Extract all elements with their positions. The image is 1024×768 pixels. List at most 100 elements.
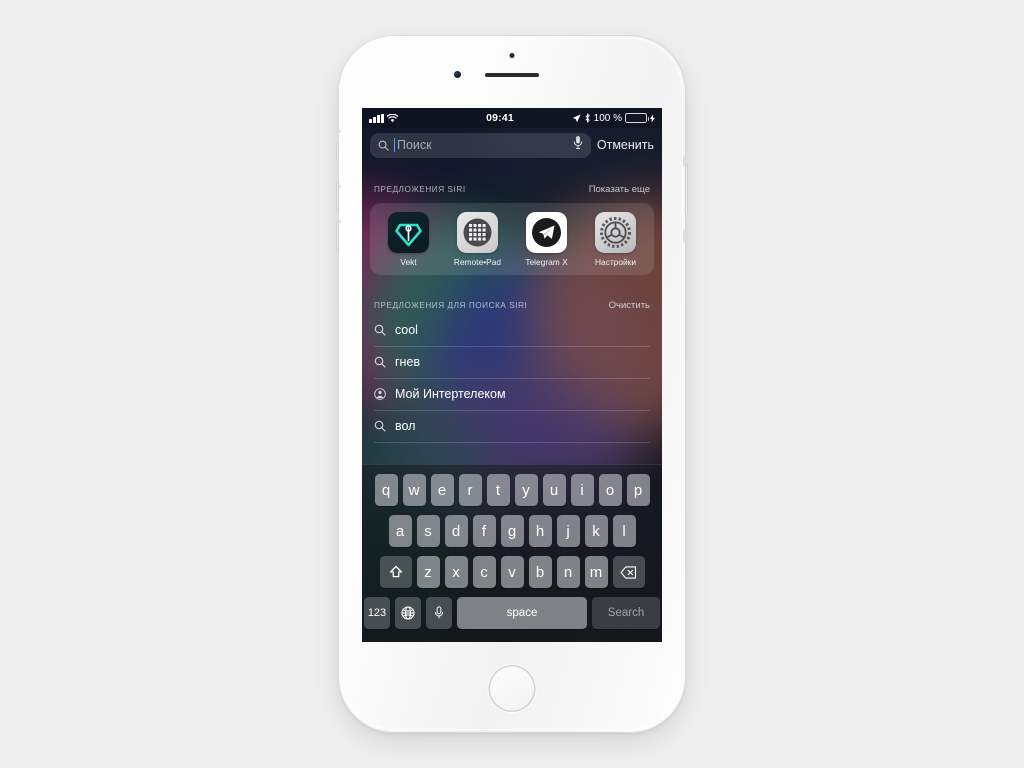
battery-percent-label: 100 % <box>593 112 622 124</box>
proximity-sensor <box>454 71 461 78</box>
key-s[interactable]: s <box>416 515 440 547</box>
key-p[interactable]: p <box>626 474 650 506</box>
search-icon <box>378 140 389 151</box>
key-f[interactable]: f <box>472 515 496 547</box>
remote-pad-app-icon <box>457 211 498 253</box>
microphone-icon[interactable] <box>573 135 583 155</box>
bluetooth-icon <box>585 113 590 123</box>
show-more-button[interactable]: Показать еще <box>589 184 650 195</box>
search-icon <box>374 356 386 368</box>
key-e[interactable]: e <box>430 474 454 506</box>
space-key[interactable]: space <box>457 597 587 629</box>
key-i[interactable]: i <box>570 474 594 506</box>
silent-switch[interactable] <box>336 143 339 160</box>
clear-button[interactable]: Очистить <box>609 300 650 311</box>
key-a[interactable]: a <box>388 515 412 547</box>
siri-apps-header-row: ПРЕДЛОЖЕНИЯ SIRI Показать еще <box>362 180 662 198</box>
key-d[interactable]: d <box>444 515 468 547</box>
shift-up-arrow-icon <box>389 565 402 578</box>
key-j[interactable]: j <box>556 515 580 547</box>
keyboard-row-3: zxcvbnm <box>362 547 662 588</box>
telegram-x-app-icon <box>526 211 567 253</box>
search-return-key[interactable]: Search <box>592 597 660 629</box>
app-label: Telegram X <box>525 256 568 267</box>
key-t[interactable]: t <box>486 474 510 506</box>
key-m[interactable]: m <box>584 556 608 588</box>
lightning-bolt-icon <box>650 113 655 123</box>
contact-icon <box>374 388 386 400</box>
battery-full-icon <box>625 113 649 123</box>
key-n[interactable]: n <box>556 556 580 588</box>
key-r[interactable]: r <box>458 474 482 506</box>
keyboard-row-1: qwertyuiop <box>362 465 662 506</box>
antenna-band <box>683 230 687 242</box>
text-caret <box>394 138 395 152</box>
wifi-icon <box>386 113 398 122</box>
key-u[interactable]: u <box>542 474 566 506</box>
search-icon <box>374 324 386 336</box>
on-screen-keyboard: qwertyuiop asdfghjkl zxcvbnm 123 space S… <box>362 464 662 642</box>
cellular-signal-icon <box>369 113 384 123</box>
cancel-button[interactable]: Отменить <box>597 138 654 152</box>
key-v[interactable]: v <box>500 556 524 588</box>
app-label: Remote•Pad <box>453 256 502 267</box>
list-item[interactable]: Мой Интертелеком <box>362 378 662 410</box>
key-o[interactable]: o <box>598 474 622 506</box>
key-b[interactable]: b <box>528 556 552 588</box>
home-button[interactable] <box>488 665 536 712</box>
iphone-device-frame: 09:41 100 % Поиск Отменить ПРЕДЛОЖЕНИЯ S… <box>336 35 688 733</box>
settings-app-icon <box>595 211 636 253</box>
key-h[interactable]: h <box>528 515 552 547</box>
keyboard-row-2: asdfghjkl <box>362 506 662 547</box>
key-y[interactable]: y <box>514 474 538 506</box>
search-bar: Поиск Отменить <box>362 128 662 162</box>
list-item[interactable]: cool <box>362 314 662 346</box>
globe-key[interactable] <box>395 597 421 629</box>
key-c[interactable]: c <box>472 556 496 588</box>
location-arrow-icon <box>572 113 581 122</box>
screenshot-stage: 09:41 100 % Поиск Отменить ПРЕДЛОЖЕНИЯ S… <box>0 0 1024 768</box>
backspace-delete-icon <box>620 565 637 579</box>
key-z[interactable]: z <box>416 556 440 588</box>
vekt-app-icon <box>388 211 429 253</box>
key-g[interactable]: g <box>500 515 524 547</box>
suggestion-text: вол <box>395 419 416 433</box>
siri-app-suggestions-card: Vekt Remote•Pad Telegram X Настройки <box>370 203 654 275</box>
antenna-band <box>337 130 341 133</box>
app-suggestion-telegram-x[interactable]: Telegram X <box>516 211 578 267</box>
key-w[interactable]: w <box>402 474 426 506</box>
app-label: Настройки <box>594 256 637 267</box>
search-placeholder: Поиск <box>397 138 432 152</box>
list-item[interactable]: вол <box>362 410 662 442</box>
siri-apps-header: ПРЕДЛОЖЕНИЯ SIRI <box>374 184 466 194</box>
key-q[interactable]: q <box>374 474 398 506</box>
app-suggestion-settings[interactable]: Настройки <box>585 211 647 267</box>
power-button[interactable] <box>685 163 688 215</box>
suggestion-text: cool <box>395 323 418 337</box>
volume-down-button[interactable] <box>336 221 339 251</box>
globe-language-icon <box>401 606 415 620</box>
microphone-icon <box>434 606 444 619</box>
key-k[interactable]: k <box>584 515 608 547</box>
key-x[interactable]: x <box>444 556 468 588</box>
app-suggestion-remote-pad[interactable]: Remote•Pad <box>447 211 509 267</box>
search-input[interactable]: Поиск <box>370 132 591 158</box>
app-suggestion-vekt[interactable]: Vekt <box>378 211 440 267</box>
volume-up-button[interactable] <box>336 182 339 212</box>
dictation-key[interactable] <box>426 597 452 629</box>
phone-screen: 09:41 100 % Поиск Отменить ПРЕДЛОЖЕНИЯ S… <box>362 108 662 642</box>
status-bar-time: 09:41 <box>486 112 514 124</box>
suggestion-text: гнев <box>395 355 421 369</box>
numbers-key[interactable]: 123 <box>364 597 390 629</box>
suggestion-text: Мой Интертелеком <box>395 387 506 401</box>
shift-key[interactable] <box>379 556 412 588</box>
key-l[interactable]: l <box>612 515 636 547</box>
keyboard-row-4: 123 space Search <box>362 588 662 629</box>
backspace-key[interactable] <box>612 556 645 588</box>
search-icon <box>374 420 386 432</box>
list-divider <box>374 442 650 443</box>
siri-searches-header-row: ПРЕДЛОЖЕНИЯ ДЛЯ ПОИСКА SIRI Очистить <box>362 296 662 314</box>
app-label: Vekt <box>400 256 417 267</box>
list-item[interactable]: гнев <box>362 346 662 378</box>
earpiece-speaker <box>485 73 539 77</box>
